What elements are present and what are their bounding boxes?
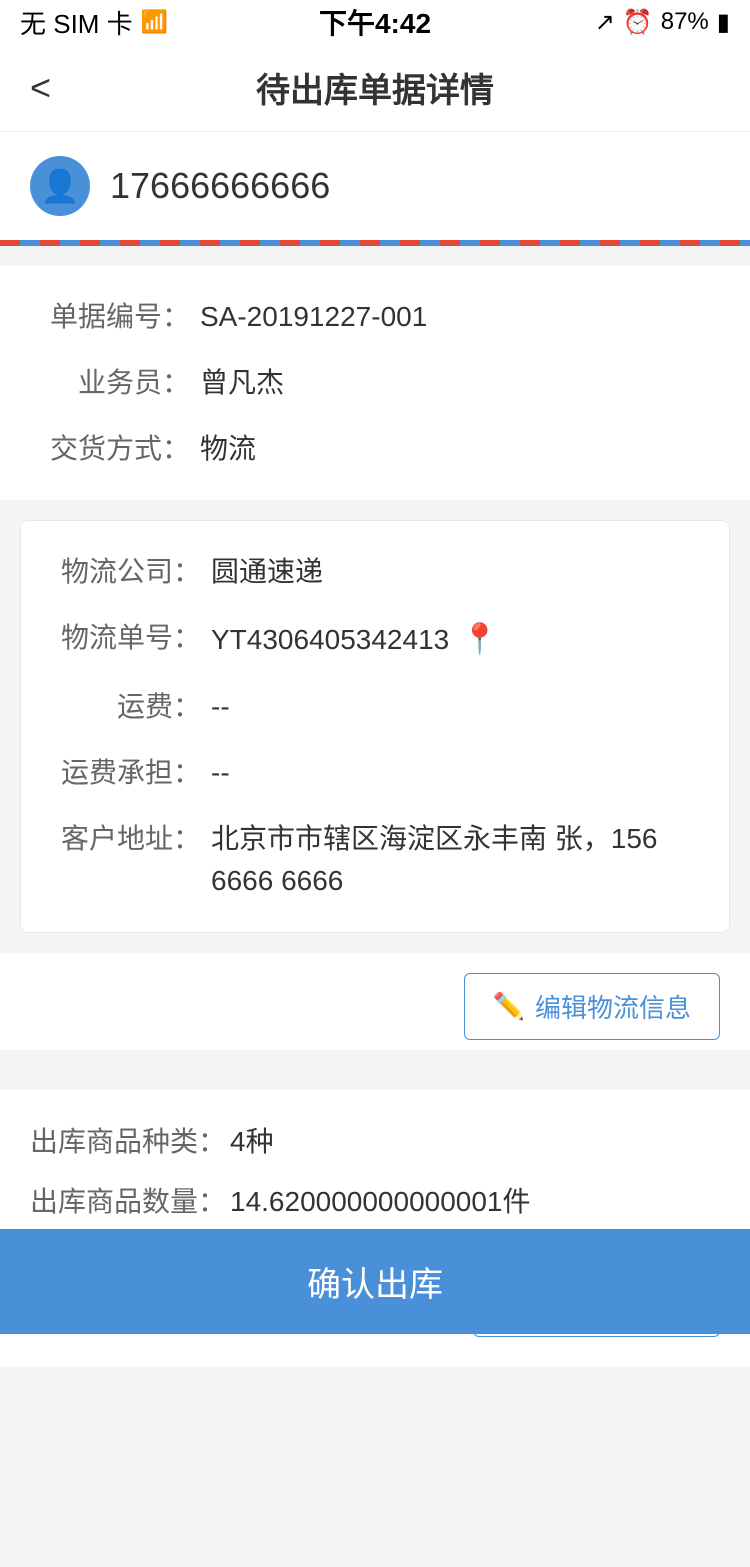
edit-button-label: 编辑物流信息 [535, 988, 691, 1025]
confirm-button-label: 确认出库 [307, 1257, 443, 1306]
tracking-number-value: YT4306405342413 📍 [211, 617, 709, 662]
edit-logistics-btn-row: ✏️ 编辑物流信息 [0, 953, 750, 1050]
logistics-company-row: 物流公司： 圆通速递 [41, 551, 709, 593]
confirm-button[interactable]: 确认出库 [0, 1229, 750, 1334]
address-row: 客户地址： 北京市市辖区海淀区永丰南 张，156 6666 6666 [41, 818, 709, 902]
sales-person-label: 业务员： [30, 362, 190, 404]
order-number-row: 单据编号： SA-20191227-001 [30, 296, 720, 338]
customer-phone: 17666666666 [110, 165, 330, 207]
delivery-method-row: 交货方式： 物流 [30, 428, 720, 470]
logistics-company-label: 物流公司： [41, 551, 201, 593]
battery-text: 87% [661, 8, 709, 36]
freight-bearer-label: 运费承担： [41, 752, 201, 794]
avatar: 👤 [30, 156, 90, 216]
order-number-label: 单据编号： [30, 296, 190, 338]
status-time: 下午4:42 [319, 2, 431, 42]
alarm-icon: ⏰ [623, 8, 653, 37]
wifi-icon: 📶 [141, 9, 168, 35]
edit-icon: ✏️ [493, 991, 525, 1022]
tracking-number-text: YT4306405342413 [211, 619, 449, 661]
tracking-number-row: 物流单号： YT4306405342413 📍 [41, 617, 709, 662]
avatar-icon: 👤 [40, 167, 80, 205]
nav-bar: < 待出库单据详情 [0, 44, 750, 132]
freight-bearer-value: -- [211, 752, 709, 794]
logistics-company-value: 圆通速递 [211, 551, 709, 593]
section-sep-2 [0, 1050, 750, 1070]
section-sep-1 [0, 246, 750, 266]
delivery-method-label: 交货方式： [30, 428, 190, 470]
carrier-text: 无 SIM 卡 [20, 4, 133, 41]
map-location-icon[interactable]: 📍 [461, 617, 498, 662]
battery-icon: ▮ [717, 8, 730, 37]
quantity-label: 出库商品数量： [30, 1180, 230, 1220]
order-info-section: 单据编号： SA-20191227-001 业务员： 曾凡杰 交货方式： 物流 [0, 266, 750, 500]
sales-person-row: 业务员： 曾凡杰 [30, 362, 720, 404]
category-value: 4种 [230, 1120, 274, 1160]
status-right: ↗ ⏰ 87% ▮ [595, 8, 730, 37]
quantity-row: 出库商品数量： 14.620000000000001件 [30, 1180, 720, 1220]
quantity-value: 14.620000000000001件 [230, 1180, 531, 1220]
freight-value: -- [211, 686, 709, 728]
freight-bearer-row: 运费承担： -- [41, 752, 709, 794]
location-active-icon: ↗ [595, 8, 615, 37]
category-label: 出库商品种类： [30, 1120, 230, 1160]
back-button[interactable]: < [30, 67, 51, 109]
status-bar: 无 SIM 卡 📶 下午4:42 ↗ ⏰ 87% ▮ [0, 0, 750, 44]
customer-header: 👤 17666666666 [0, 132, 750, 240]
page-title: 待出库单据详情 [256, 63, 494, 112]
status-left: 无 SIM 卡 📶 [20, 4, 168, 41]
tracking-number-label: 物流单号： [41, 617, 201, 659]
sales-person-value: 曾凡杰 [200, 362, 720, 404]
delivery-method-value: 物流 [200, 428, 720, 470]
bottom-spacer [0, 1367, 750, 1567]
address-value: 北京市市辖区海淀区永丰南 张，156 6666 6666 [211, 818, 709, 902]
address-label: 客户地址： [41, 818, 201, 860]
category-row: 出库商品种类： 4种 [30, 1120, 720, 1160]
logistics-card: 物流公司： 圆通速递 物流单号： YT4306405342413 📍 运费： -… [20, 520, 730, 933]
freight-row: 运费： -- [41, 686, 709, 728]
freight-label: 运费： [41, 686, 201, 728]
outbound-stats-section: 出库商品种类： 4种 出库商品数量： 14.620000000000001件 [0, 1090, 750, 1250]
edit-logistics-button[interactable]: ✏️ 编辑物流信息 [464, 973, 720, 1040]
order-number-value: SA-20191227-001 [200, 296, 720, 338]
